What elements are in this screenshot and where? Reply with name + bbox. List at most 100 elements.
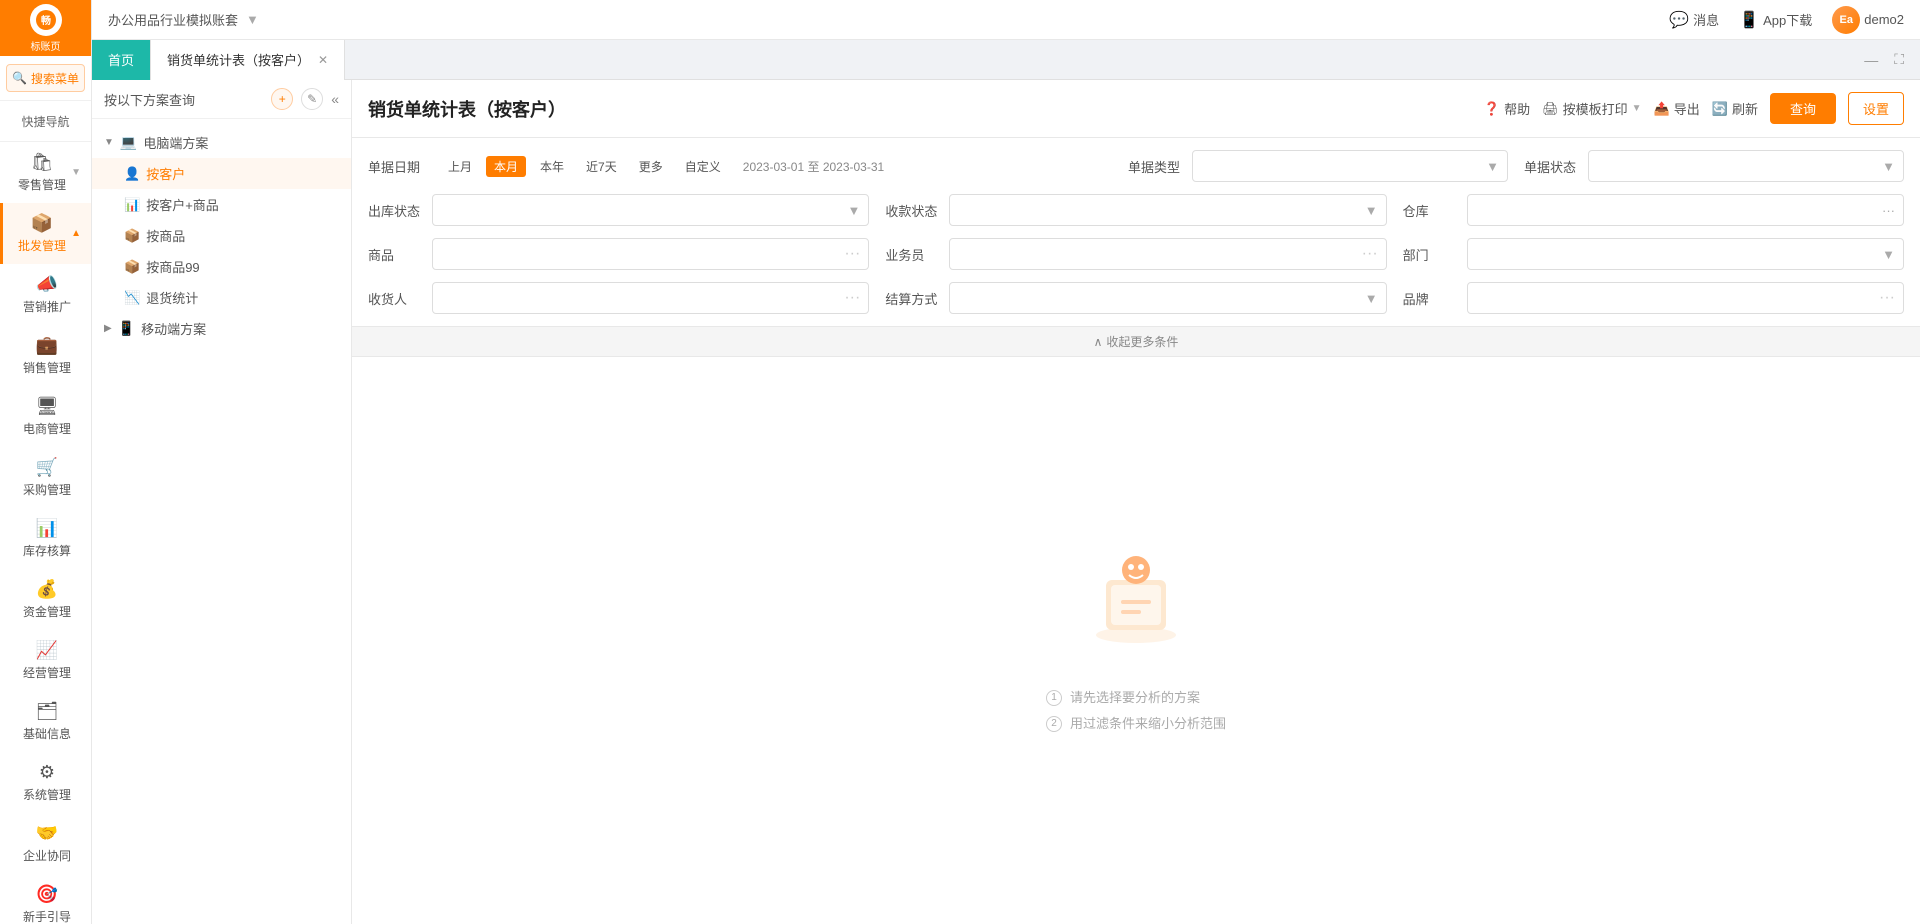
sidebar-item-inventory[interactable]: 📊 库存核算 (0, 508, 91, 569)
settings-button[interactable]: 设置 (1848, 92, 1904, 125)
print-button[interactable]: 🖨 按模板打印 ▼ (1542, 99, 1641, 118)
system-dropdown-icon[interactable]: ▼ (246, 12, 259, 27)
sidebar-item-retail-label: 零售管理 (18, 176, 66, 193)
brand-select[interactable]: ··· (1467, 282, 1904, 314)
top-header: 办公用品行业模拟账套 ▼ 💬 消息 📱 App下载 Ea demo2 (92, 0, 1920, 40)
tree-mobile-header[interactable]: ▶ 📱 移动端方案 (92, 313, 351, 344)
by-goods-99-icon: 📦 (124, 259, 140, 275)
newbie-icon: 🎯 (36, 884, 58, 905)
tab-bar: 首页 销货单统计表（按客户） ✕ — ⛶ (92, 40, 1920, 80)
filter-row-3: 商品 ··· 业务员 ··· 部门 (368, 238, 1904, 270)
sidebar-item-purchase[interactable]: 🛒 采购管理 (0, 447, 91, 508)
query-button[interactable]: 查询 (1770, 93, 1836, 124)
sidebar-item-basic-label: 基础信息 (23, 725, 71, 742)
tree-item-by-customer[interactable]: 👤 按客户 (92, 158, 351, 189)
sidebar-item-operations[interactable]: 📈 经营管理 (0, 630, 91, 691)
export-label: 导出 (1674, 99, 1700, 118)
search-menu-button[interactable]: 🔍 搜索菜单 (6, 64, 85, 92)
date-more[interactable]: 更多 (631, 156, 671, 177)
date-current-month[interactable]: 本月 (486, 156, 526, 177)
avatar-initials: Ea (1840, 14, 1853, 26)
panel-header: 按以下方案查询 + ✎ « (92, 80, 351, 119)
step-2-number: 2 (1046, 716, 1062, 732)
sidebar-item-cooperation-label: 企业协同 (23, 847, 71, 864)
tree-mobile-toggle: ▶ (104, 323, 112, 334)
settlement-select[interactable]: ▼ (949, 282, 1386, 314)
sidebar-item-newbie-label: 新手引导 (23, 908, 71, 924)
main-area: 办公用品行业模拟账套 ▼ 💬 消息 📱 App下载 Ea demo2 首页 (92, 0, 1920, 924)
brand-label: 品牌 (1403, 289, 1459, 308)
tree-desktop-header[interactable]: ▼ 💻 电脑端方案 (92, 127, 351, 158)
date-last-7-days[interactable]: 近7天 (578, 156, 625, 177)
message-button[interactable]: 💬 消息 (1669, 10, 1719, 30)
avatar: Ea (1832, 6, 1860, 34)
app-download-label: App下载 (1763, 10, 1812, 29)
date-current-year[interactable]: 本年 (532, 156, 572, 177)
message-label: 消息 (1693, 10, 1719, 29)
step-1-label: 请先选择要分析的方案 (1070, 685, 1200, 711)
salesperson-select[interactable]: ··· (949, 238, 1386, 270)
refresh-label: 刷新 (1732, 99, 1758, 118)
warehouse-select[interactable]: ··· (1467, 194, 1904, 226)
by-goods-icon: 📦 (124, 228, 140, 244)
payment-status-select[interactable]: ▼ (949, 194, 1386, 226)
app-logo[interactable]: 畅 标账页 (0, 0, 92, 56)
help-label: 帮助 (1504, 99, 1530, 118)
right-panel: 销货单统计表（按客户） ❓ 帮助 🖨 按模板打印 ▼ 📤 (352, 80, 1920, 924)
sidebar-item-system[interactable]: ⚙ 系统管理 (0, 752, 91, 813)
tree-item-return-stats[interactable]: 📉 退货统计 (92, 282, 351, 313)
tab-sales-customer[interactable]: 销货单统计表（按客户） ✕ (151, 40, 345, 80)
quick-nav-button[interactable]: 快捷导航 (0, 107, 91, 135)
page-title: 销货单统计表（按客户） (368, 96, 566, 122)
sidebar-item-finance[interactable]: 💰 资金管理 (0, 569, 91, 630)
tab-sales-customer-label: 销货单统计表（按客户） (167, 50, 310, 69)
out-status-select[interactable]: ▼ (432, 194, 869, 226)
add-scheme-button[interactable]: + (271, 88, 293, 110)
date-custom[interactable]: 自定义 (677, 156, 729, 177)
empty-step-2: 2 用过滤条件来缩小分析范围 (1046, 711, 1226, 737)
help-button[interactable]: ❓ 帮助 (1484, 99, 1530, 118)
sidebar-item-marketing[interactable]: 📣 营销推广 (0, 264, 91, 325)
content-area: 按以下方案查询 + ✎ « ▼ 💻 电脑端方案 👤 按客户 (92, 80, 1920, 924)
out-status-arrow-icon: ▼ (847, 203, 860, 218)
sidebar-item-basic[interactable]: 🗂 基础信息 (0, 691, 91, 752)
salesperson-label: 业务员 (885, 245, 941, 264)
minimize-icon[interactable]: — (1864, 52, 1878, 68)
by-customer-label: 按客户 (146, 164, 185, 183)
sidebar-item-wholesale[interactable]: 📦 批发管理 ▲ (0, 203, 91, 264)
goods-dots-icon: ··· (844, 245, 860, 263)
by-customer-icon: 👤 (124, 166, 140, 182)
department-select[interactable]: ▼ (1467, 238, 1904, 270)
print-label: 按模板打印 (1563, 99, 1628, 118)
tree-item-by-goods-99[interactable]: 📦 按商品99 (92, 251, 351, 282)
recipient-select[interactable]: ··· (432, 282, 869, 314)
tab-close-icon[interactable]: ✕ (318, 53, 328, 67)
user-profile[interactable]: Ea demo2 (1832, 6, 1904, 34)
sidebar-item-ecommerce[interactable]: 🖥 电商管理 (0, 386, 91, 447)
sidebar-item-sales-label: 销售管理 (23, 359, 71, 376)
collapse-conditions-button[interactable]: ∧ 收起更多条件 (1094, 333, 1179, 350)
tree-item-by-customer-goods[interactable]: 📊 按客户+商品 (92, 189, 351, 220)
doc-status-select[interactable]: ▼ (1588, 150, 1904, 182)
export-button[interactable]: 📤 导出 (1654, 99, 1700, 118)
date-last-month[interactable]: 上月 (440, 156, 480, 177)
empty-steps: 1 请先选择要分析的方案 2 用过滤条件来缩小分析范围 (1046, 685, 1226, 737)
edit-scheme-button[interactable]: ✎ (301, 88, 323, 110)
sidebar-item-newbie[interactable]: 🎯 新手引导 (0, 874, 91, 924)
tree-item-by-goods[interactable]: 📦 按商品 (92, 220, 351, 251)
doc-type-select[interactable]: ▼ (1192, 150, 1508, 182)
filter-area: 单据日期 上月 本月 本年 近7天 更多 自定义 2023-03-01 至 20… (352, 138, 1920, 327)
maximize-icon[interactable]: ⛶ (1894, 51, 1904, 68)
collapse-panel-button[interactable]: « (331, 91, 339, 107)
sidebar-item-cooperation[interactable]: 🤝 企业协同 (0, 813, 91, 874)
tab-home[interactable]: 首页 (92, 40, 151, 80)
sidebar-item-sales[interactable]: 💼 销售管理 (0, 325, 91, 386)
goods-select[interactable]: ··· (432, 238, 869, 270)
sidebar-item-wholesale-label: 批发管理 (18, 237, 66, 254)
sidebar-item-retail[interactable]: 🛍 零售管理 ▼ (0, 142, 91, 203)
refresh-button[interactable]: 🔄 刷新 (1712, 99, 1758, 118)
system-icon: ⚙ (39, 762, 55, 783)
return-stats-label: 退货统计 (146, 288, 198, 307)
date-shortcuts: 上月 本月 本年 近7天 更多 自定义 2023-03-01 至 2023-03… (440, 156, 884, 177)
app-download-button[interactable]: 📱 App下载 (1739, 10, 1812, 30)
